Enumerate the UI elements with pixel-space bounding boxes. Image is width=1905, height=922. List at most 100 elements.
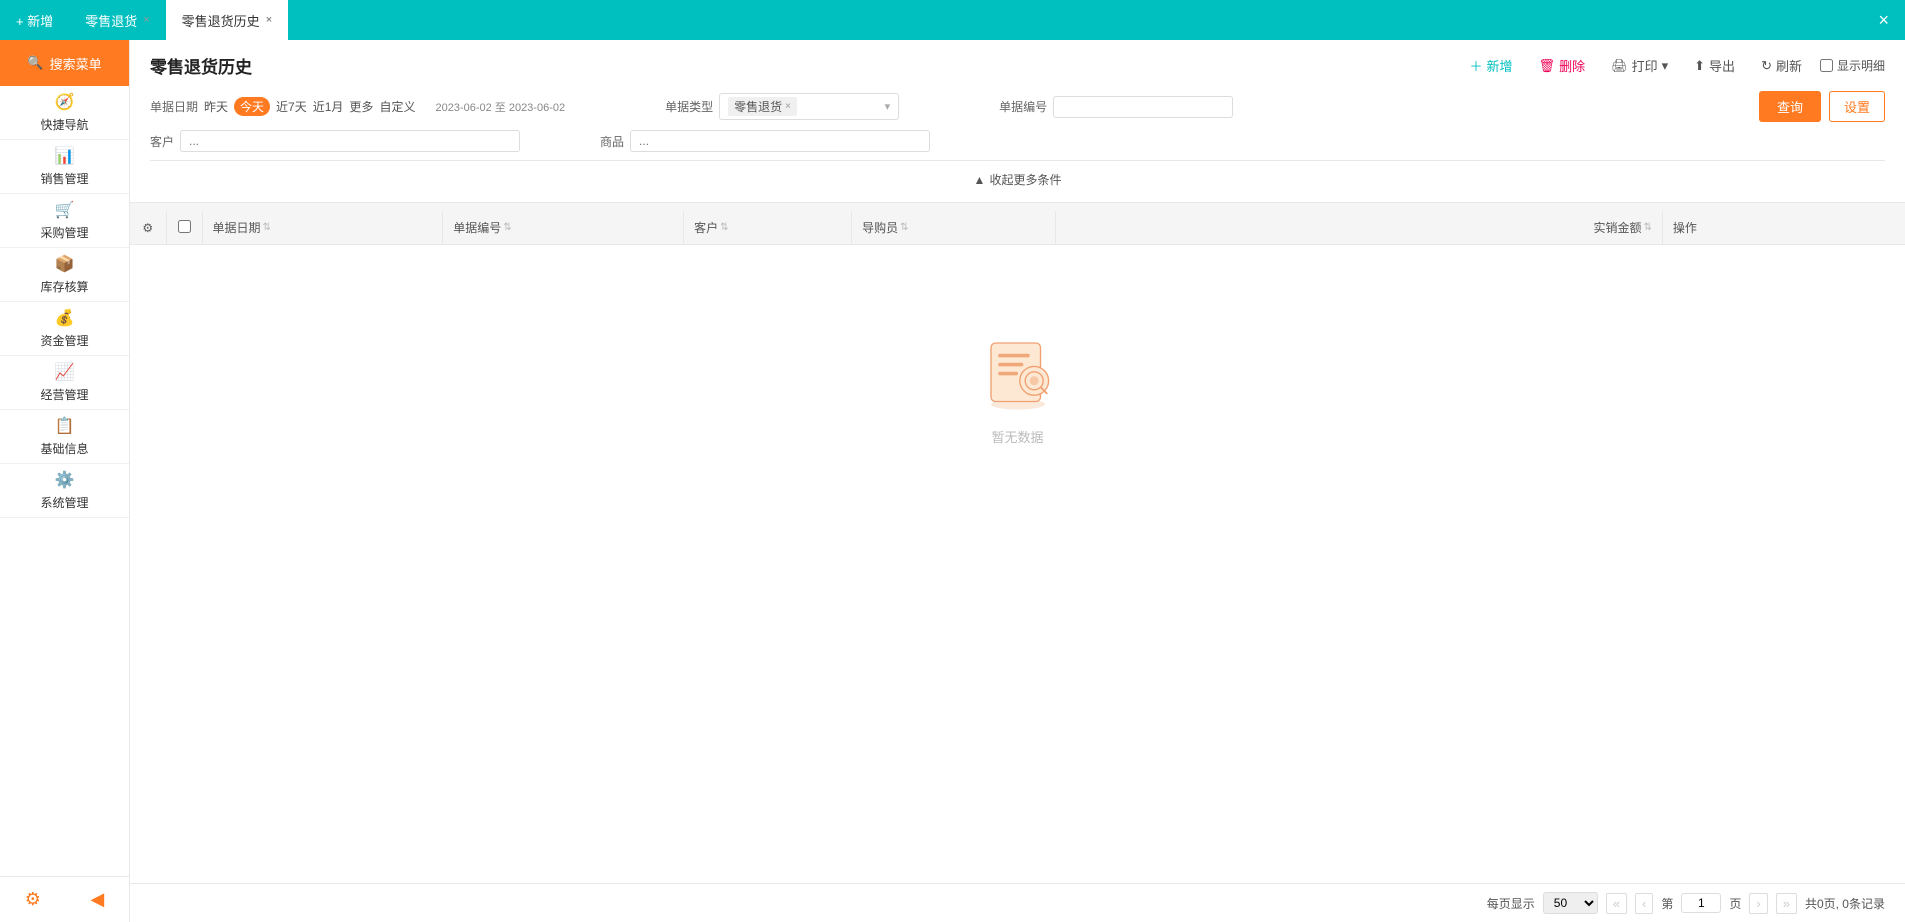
sidebar: 🔍 搜索菜单 🧭 快捷导航 📊 销售管理 🛒 采购管理 📦 库存核算 💰 资金管… xyxy=(0,40,130,922)
th-amount-sort-icon: ⇅ xyxy=(1644,222,1652,233)
th-guide[interactable]: 导购员 ⇅ xyxy=(852,211,1056,245)
doc-type-select[interactable]: 零售退货 × ▾ xyxy=(719,93,899,120)
sidebar-item-business[interactable]: 📈 经营管理 xyxy=(0,356,129,410)
page-title: 零售退货历史 xyxy=(150,53,252,78)
doc-type-tag-close[interactable]: × xyxy=(785,101,791,112)
page-suffix: 页 xyxy=(1729,895,1741,912)
doc-no-label: 单据编号 xyxy=(999,98,1047,115)
th-doc-no-label: 单据编号 xyxy=(453,219,501,236)
doc-type-tag: 零售退货 × xyxy=(728,97,797,116)
sidebar-item-basic-info-label: 基础信息 xyxy=(40,440,88,457)
close-retail-return-history-tab[interactable]: × xyxy=(266,14,272,26)
collapse-sidebar-icon[interactable]: ◀ xyxy=(90,889,104,910)
th-doc-no-sort-icon: ⇅ xyxy=(503,222,511,233)
yesterday-btn[interactable]: 昨天 xyxy=(204,98,228,115)
table-container: ⚙ 单据日期 ⇅ xyxy=(130,211,1905,883)
customer-filter-item: 客户 xyxy=(150,130,520,152)
today-btn[interactable]: 今天 xyxy=(234,97,270,116)
print-icon: 🖨 xyxy=(1611,58,1628,74)
th-customer-sort-icon: ⇅ xyxy=(720,222,728,233)
more-date-btn[interactable]: 更多 xyxy=(349,98,373,115)
tab-retail-return-history[interactable]: 零售退货历史 × xyxy=(166,0,288,40)
first-page-button[interactable]: « xyxy=(1606,893,1627,914)
th-action: 操作 xyxy=(1662,211,1905,245)
page-size-label: 每页显示 xyxy=(1487,895,1535,912)
sidebar-item-basic-info[interactable]: 📋 基础信息 xyxy=(0,410,129,464)
data-table: ⚙ 单据日期 ⇅ xyxy=(130,211,1905,245)
last1month-btn[interactable]: 近1月 xyxy=(313,98,344,115)
doc-type-tag-text: 零售退货 xyxy=(734,98,782,115)
sidebar-item-quick-nav[interactable]: 🧭 快捷导航 xyxy=(0,86,129,140)
doc-no-input[interactable] xyxy=(1053,96,1233,118)
add-button[interactable]: ＋ 新增 xyxy=(1462,52,1521,79)
finance-icon: 💰 xyxy=(55,308,75,328)
sidebar-item-sales-mgmt[interactable]: 📊 销售管理 xyxy=(0,140,129,194)
refresh-button[interactable]: ↻ 刷新 xyxy=(1753,52,1810,79)
sidebar-item-purchase-mgmt-label: 采购管理 xyxy=(40,224,88,241)
th-amount[interactable]: 实销金额 ⇅ xyxy=(1056,211,1662,245)
system-mgmt-icon: ⚙️ xyxy=(55,470,75,490)
delete-button[interactable]: 🗑 删除 xyxy=(1531,52,1594,79)
page-number-input[interactable] xyxy=(1681,893,1721,913)
settings-bottom-icon[interactable]: ⚙ xyxy=(25,889,41,910)
doc-no-filter-item: 单据编号 xyxy=(999,96,1233,118)
sidebar-item-inventory-label: 库存核算 xyxy=(40,278,88,295)
last7days-btn[interactable]: 近7天 xyxy=(276,98,307,115)
page-title-bar: 零售退货历史 ＋ 新增 🗑 删除 🖨 打印 ▾ xyxy=(150,52,1885,79)
sidebar-item-inventory[interactable]: 📦 库存核算 xyxy=(0,248,129,302)
th-customer[interactable]: 客户 ⇅ xyxy=(684,211,852,245)
export-icon: ⬆ xyxy=(1694,58,1705,74)
sidebar-item-sales-mgmt-label: 销售管理 xyxy=(40,170,88,187)
close-retail-return-tab[interactable]: × xyxy=(143,14,149,26)
customer-input[interactable] xyxy=(180,130,520,152)
show-detail-label: 显示明细 xyxy=(1820,57,1885,74)
filter-row-1: 单据日期 昨天 今天 近7天 近1月 更多 自定义 2023-06-02 至 2… xyxy=(150,91,1885,122)
sidebar-item-quick-nav-label: 快捷导航 xyxy=(40,116,88,133)
sidebar-item-finance[interactable]: 💰 资金管理 xyxy=(0,302,129,356)
refresh-label: 刷新 xyxy=(1776,56,1802,75)
sidebar-item-purchase-mgmt[interactable]: 🛒 采购管理 xyxy=(0,194,129,248)
sidebar-search-label: 搜索菜单 xyxy=(50,54,102,73)
delete-icon: 🗑 xyxy=(1539,58,1556,74)
tab-retail-return[interactable]: 零售退货 × xyxy=(69,0,165,40)
page-size-select[interactable]: 10 20 50 100 xyxy=(1543,892,1598,914)
doc-type-chevron-icon: ▾ xyxy=(885,100,891,113)
collapse-filter-icon: ▲ xyxy=(974,173,986,187)
search-icon: 🔍 xyxy=(27,55,43,71)
date-filter-item: 单据日期 昨天 今天 近7天 近1月 更多 自定义 xyxy=(150,97,415,116)
th-doc-no[interactable]: 单据编号 ⇅ xyxy=(443,211,684,245)
th-customer-label: 客户 xyxy=(694,219,718,236)
tab-retail-return-label: 零售退货 xyxy=(85,11,137,30)
custom-date-btn[interactable]: 自定义 xyxy=(379,98,415,115)
next-page-button[interactable]: › xyxy=(1749,893,1767,914)
export-button[interactable]: ⬆ 导出 xyxy=(1686,52,1743,79)
goods-input[interactable] xyxy=(630,130,930,152)
print-label: 打印 xyxy=(1632,56,1658,75)
select-all-checkbox[interactable] xyxy=(178,220,191,233)
tab-home[interactable]: + 新增 xyxy=(0,0,69,40)
sidebar-item-system-mgmt[interactable]: ⚙️ 系统管理 xyxy=(0,464,129,518)
prev-page-button[interactable]: ‹ xyxy=(1635,893,1653,914)
sidebar-item-system-mgmt-label: 系统管理 xyxy=(40,494,88,511)
close-window-button[interactable]: × xyxy=(1878,10,1889,31)
purchase-mgmt-icon: 🛒 xyxy=(55,200,75,220)
show-detail-checkbox[interactable] xyxy=(1820,59,1833,72)
delete-label: 删除 xyxy=(1559,56,1585,75)
th-doc-date[interactable]: 单据日期 ⇅ xyxy=(202,211,443,245)
table-settings-icon[interactable]: ⚙ xyxy=(142,221,153,235)
tab-retail-return-history-label: 零售退货历史 xyxy=(182,11,260,30)
print-button[interactable]: 🖨 打印 ▾ xyxy=(1603,52,1676,79)
more-filter-bar: ▲ 收起更多条件 xyxy=(150,160,1885,192)
setting-button[interactable]: 设置 xyxy=(1829,91,1885,122)
last-page-button[interactable]: » xyxy=(1776,893,1797,914)
inventory-icon: 📦 xyxy=(55,254,75,274)
collapse-filter-btn[interactable]: ▲ 收起更多条件 xyxy=(974,167,1062,192)
query-button[interactable]: 查询 xyxy=(1759,91,1821,122)
export-label: 导出 xyxy=(1709,56,1735,75)
th-settings[interactable]: ⚙ xyxy=(130,211,166,245)
quick-nav-icon: 🧭 xyxy=(55,92,75,112)
th-check[interactable] xyxy=(166,211,202,245)
query-setting-btns: 查询 设置 xyxy=(1759,91,1885,122)
date-shortcuts: 昨天 今天 近7天 近1月 更多 自定义 xyxy=(204,97,415,116)
sidebar-search[interactable]: 🔍 搜索菜单 xyxy=(0,40,129,86)
